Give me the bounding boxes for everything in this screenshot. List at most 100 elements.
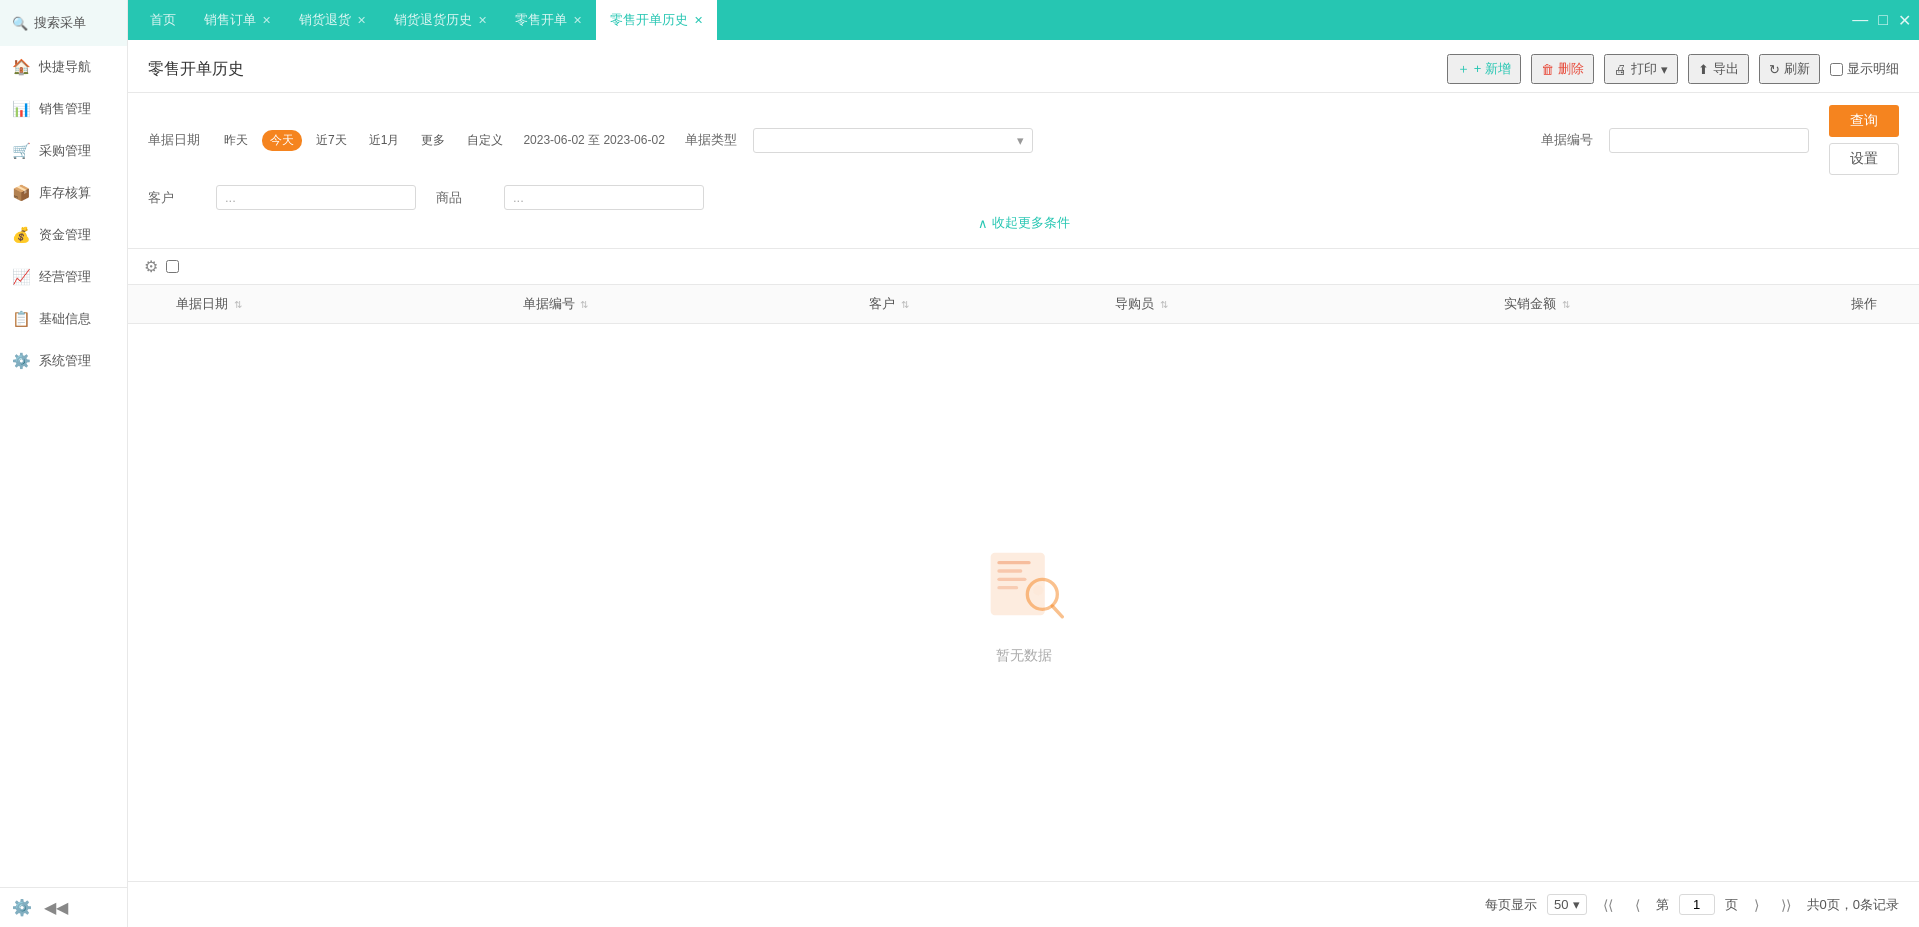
sort-customer-icon: ⇅ [901, 299, 909, 310]
date-btn-week[interactable]: 近7天 [308, 130, 355, 151]
sidebar-item-sys-mgmt[interactable]: ⚙️ 系统管理 [0, 340, 127, 382]
th-amount[interactable]: 实销金额 ⇅ [1492, 285, 1839, 324]
customer-placeholder: ... [225, 190, 236, 205]
goods-label: 商品 [436, 189, 496, 207]
sidebar-item-inventory[interactable]: 📦 库存核算 [0, 172, 127, 214]
sidebar-item-operations[interactable]: 📈 经营管理 [0, 256, 127, 298]
tab-sales-return[interactable]: 销货退货 ✕ [285, 0, 380, 40]
tab-retail-open-close[interactable]: ✕ [573, 14, 582, 27]
date-buttons: 昨天 今天 近7天 近1月 更多 自定义 [216, 130, 511, 151]
display-detail-label: 显示明细 [1847, 60, 1899, 78]
doc-no-input[interactable] [1609, 128, 1809, 153]
last-page-btn[interactable]: ⟩⟩ [1775, 895, 1797, 915]
refresh-button[interactable]: ↻ 刷新 [1759, 54, 1820, 84]
tab-retail-history-close[interactable]: ✕ [694, 14, 703, 27]
select-all-checkbox[interactable] [166, 260, 179, 273]
th-date[interactable]: 单据日期 ⇅ [164, 285, 511, 324]
tab-bar: 首页 销售订单 ✕ 销货退货 ✕ 销货退货历史 ✕ 零售开单 ✕ 零售开单历史 … [128, 0, 1919, 40]
tab-retail-history[interactable]: 零售开单历史 ✕ [596, 0, 717, 40]
sidebar-search[interactable]: 🔍 搜索采单 [0, 0, 127, 46]
th-checkbox [128, 285, 164, 324]
filter-area: 单据日期 昨天 今天 近7天 近1月 更多 自定义 2023-06-02 至 2… [128, 93, 1919, 249]
page-number-input[interactable]: 1 [1679, 894, 1715, 915]
svg-rect-3 [997, 577, 1026, 580]
date-btn-more[interactable]: 更多 [413, 130, 453, 151]
tab-sales-return-label: 销货退货 [299, 11, 351, 29]
next-page-btn[interactable]: ⟩ [1748, 895, 1765, 915]
th-customer[interactable]: 客户 ⇅ [857, 285, 1103, 324]
doc-type-select[interactable]: ▾ [753, 128, 1033, 153]
sidebar-item-label: 销售管理 [39, 100, 91, 118]
export-button[interactable]: ⬆ 导出 [1688, 54, 1749, 84]
doc-type-dropdown-icon: ▾ [1017, 133, 1024, 148]
date-btn-month[interactable]: 近1月 [361, 130, 408, 151]
tab-bar-right: — □ ✕ [1852, 11, 1911, 30]
content-area: 零售开单历史 ＋ + 新增 🗑 删除 🖨 打印 ▾ ⬆ 导出 [128, 40, 1919, 927]
sidebar-item-label: 经营管理 [39, 268, 91, 286]
window-maximize-icon[interactable]: □ [1878, 11, 1888, 29]
print-label: 打印 [1631, 60, 1657, 78]
sidebar-item-purchase-mgmt[interactable]: 🛒 采购管理 [0, 130, 127, 172]
data-table: 单据日期 ⇅ 单据编号 ⇅ 客户 ⇅ 导购员 ⇅ [128, 285, 1919, 324]
th-salesperson[interactable]: 导购员 ⇅ [1103, 285, 1399, 324]
tab-retail-open[interactable]: 零售开单 ✕ [501, 0, 596, 40]
sidebar-item-finance[interactable]: 💰 资金管理 [0, 214, 127, 256]
main: 首页 销售订单 ✕ 销货退货 ✕ 销货退货历史 ✕ 零售开单 ✕ 零售开单历史 … [128, 0, 1919, 927]
date-btn-custom[interactable]: 自定义 [459, 130, 511, 151]
page-title: 零售开单历史 [148, 59, 244, 80]
tab-retail-history-label: 零售开单历史 [610, 11, 688, 29]
date-btn-yesterday[interactable]: 昨天 [216, 130, 256, 151]
window-close-icon[interactable]: ✕ [1898, 11, 1911, 30]
per-page-select[interactable]: 50 ▾ [1547, 894, 1586, 915]
svg-point-7 [1033, 585, 1043, 595]
tab-sales-order[interactable]: 销售订单 ✕ [190, 0, 285, 40]
collapse-filter-btn[interactable]: ∧ 收起更多条件 [148, 210, 1899, 236]
date-btn-today[interactable]: 今天 [262, 130, 302, 151]
filter-settings-button[interactable]: 设置 [1829, 143, 1899, 175]
sidebar-bottom: ⚙️ ◀◀ [0, 887, 127, 927]
collapse-sidebar-icon[interactable]: ◀◀ [44, 898, 68, 917]
export-icon: ⬆ [1698, 62, 1709, 77]
sidebar-item-sales-mgmt[interactable]: 📊 销售管理 [0, 88, 127, 130]
tab-sales-return-history-close[interactable]: ✕ [478, 14, 487, 27]
add-button[interactable]: ＋ + 新增 [1447, 54, 1521, 84]
delete-button[interactable]: 🗑 删除 [1531, 54, 1594, 84]
prev-page-btn[interactable]: ⟨ [1629, 895, 1646, 915]
tab-sales-return-history-label: 销货退货历史 [394, 11, 472, 29]
goods-input[interactable]: ... [504, 185, 704, 210]
display-detail-checkbox[interactable]: 显示明细 [1830, 60, 1899, 78]
print-icon: 🖨 [1614, 62, 1627, 77]
svg-rect-4 [997, 586, 1018, 589]
sort-no-icon: ⇅ [580, 299, 588, 310]
sidebar-item-label: 库存核算 [39, 184, 91, 202]
first-page-btn[interactable]: ⟨⟨ [1597, 895, 1619, 915]
query-button[interactable]: 查询 [1829, 105, 1899, 137]
sort-salesperson-icon: ⇅ [1160, 299, 1168, 310]
date-filter-group: 单据日期 昨天 今天 近7天 近1月 更多 自定义 2023-06-02 至 2… [148, 130, 665, 151]
chart-icon: 📊 [12, 100, 31, 118]
sidebar-item-base-info[interactable]: 📋 基础信息 [0, 298, 127, 340]
svg-line-6 [1052, 606, 1062, 617]
sidebar-item-quick-nav[interactable]: 🏠 快捷导航 [0, 46, 127, 88]
add-label: + 新增 [1474, 60, 1511, 78]
print-button[interactable]: 🖨 打印 ▾ [1604, 54, 1678, 84]
settings-bottom-icon[interactable]: ⚙️ [12, 898, 32, 917]
display-detail-input[interactable] [1830, 63, 1843, 76]
empty-illustration [974, 541, 1074, 631]
add-icon: ＋ [1457, 60, 1470, 78]
th-no[interactable]: 单据编号 ⇅ [511, 285, 858, 324]
th-action-label: 操作 [1851, 296, 1877, 311]
window-minimize-icon[interactable]: — [1852, 11, 1868, 29]
empty-text: 暂无数据 [996, 647, 1052, 665]
sidebar-nav: 🏠 快捷导航 📊 销售管理 🛒 采购管理 📦 库存核算 💰 资金管理 📈 经营管… [0, 46, 127, 382]
table-toolbar: ⚙ [128, 249, 1919, 285]
empty-state: 暂无数据 [128, 324, 1919, 881]
tab-home[interactable]: 首页 [136, 0, 190, 40]
tab-sales-return-close[interactable]: ✕ [357, 14, 366, 27]
sort-date-icon: ⇅ [234, 299, 242, 310]
total-text: 共0页，0条记录 [1807, 896, 1899, 914]
tab-sales-return-history[interactable]: 销货退货历史 ✕ [380, 0, 501, 40]
customer-input[interactable]: ... [216, 185, 416, 210]
table-settings-icon[interactable]: ⚙ [144, 257, 158, 276]
tab-sales-order-close[interactable]: ✕ [262, 14, 271, 27]
